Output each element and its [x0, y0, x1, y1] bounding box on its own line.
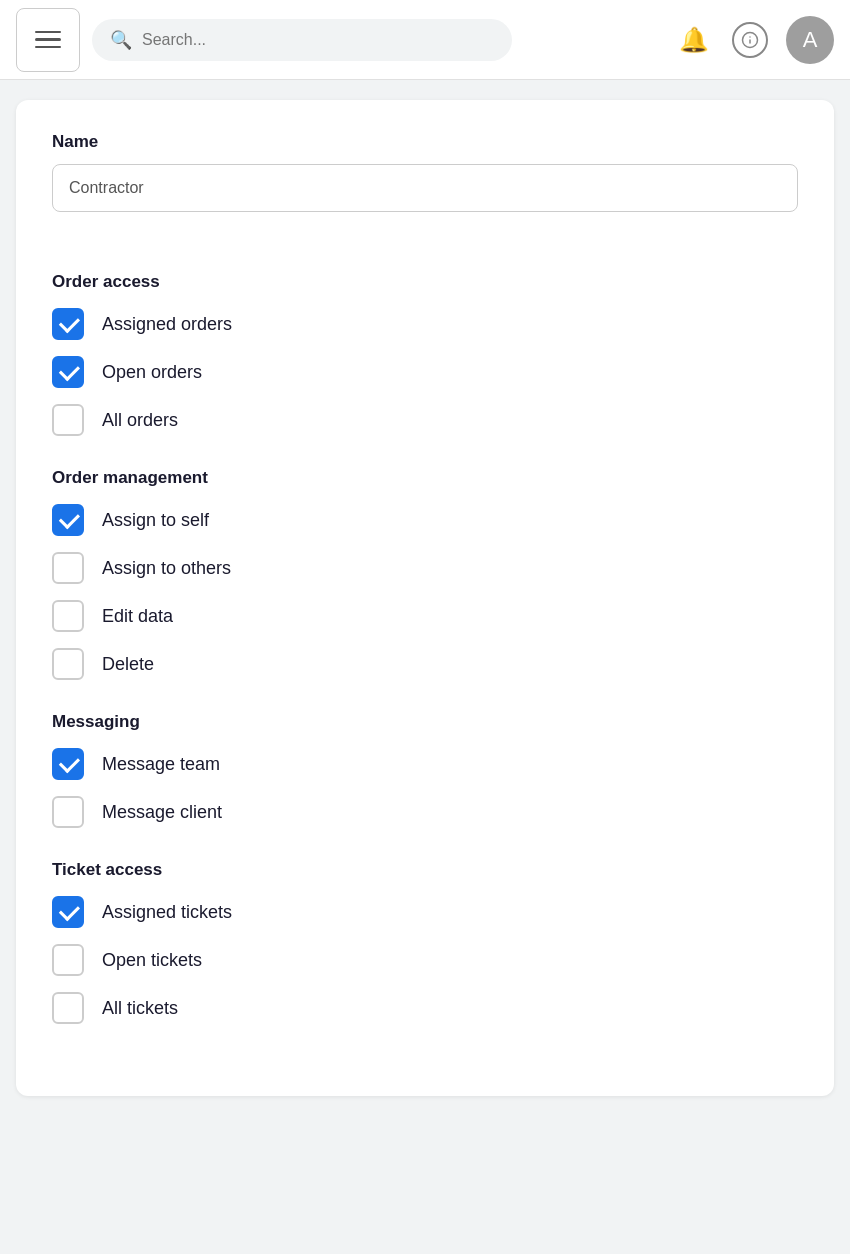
main-content: Name Order access Assigned orders Open o…: [0, 80, 850, 1116]
search-bar: 🔍: [92, 19, 512, 61]
checkbox-open-tickets-label: Open tickets: [102, 950, 202, 971]
checkbox-all-tickets[interactable]: All tickets: [52, 992, 798, 1024]
order-access-group: Assigned orders Open orders All orders: [52, 308, 798, 436]
checkbox-assigned-tickets-label: Assigned tickets: [102, 902, 232, 923]
checkbox-open-orders[interactable]: Open orders: [52, 356, 798, 388]
bell-icon: 🔔: [679, 26, 709, 54]
search-icon: 🔍: [110, 29, 132, 51]
search-input[interactable]: [142, 31, 494, 49]
checkbox-message-team-box[interactable]: [52, 748, 84, 780]
notifications-button[interactable]: 🔔: [674, 20, 714, 60]
checkbox-assign-to-others-label: Assign to others: [102, 558, 231, 579]
name-label: Name: [52, 132, 798, 152]
checkbox-assign-to-others-box[interactable]: [52, 552, 84, 584]
avatar[interactable]: A: [786, 16, 834, 64]
checkbox-open-orders-box[interactable]: [52, 356, 84, 388]
name-section: Name: [52, 132, 798, 240]
menu-button[interactable]: [16, 8, 80, 72]
checkbox-message-client-box[interactable]: [52, 796, 84, 828]
order-access-label: Order access: [52, 272, 798, 292]
checkbox-assign-to-self[interactable]: Assign to self: [52, 504, 798, 536]
checkbox-message-team[interactable]: Message team: [52, 748, 798, 780]
checkbox-delete[interactable]: Delete: [52, 648, 798, 680]
messaging-group: Message team Message client: [52, 748, 798, 828]
checkbox-all-orders[interactable]: All orders: [52, 404, 798, 436]
topbar-icons: 🔔 A: [674, 16, 834, 64]
checkbox-open-tickets-box[interactable]: [52, 944, 84, 976]
ticket-access-section: Ticket access Assigned tickets Open tick…: [52, 860, 798, 1024]
checkbox-delete-box[interactable]: [52, 648, 84, 680]
checkbox-all-orders-box[interactable]: [52, 404, 84, 436]
checkbox-assigned-orders[interactable]: Assigned orders: [52, 308, 798, 340]
checkbox-message-client-label: Message client: [102, 802, 222, 823]
checkbox-all-tickets-box[interactable]: [52, 992, 84, 1024]
checkbox-open-orders-label: Open orders: [102, 362, 202, 383]
order-management-label: Order management: [52, 468, 798, 488]
ticket-access-label: Ticket access: [52, 860, 798, 880]
order-management-group: Assign to self Assign to others Edit dat…: [52, 504, 798, 680]
checkbox-assign-to-self-label: Assign to self: [102, 510, 209, 531]
checkbox-message-client[interactable]: Message client: [52, 796, 798, 828]
checkbox-assigned-orders-box[interactable]: [52, 308, 84, 340]
checkbox-all-tickets-label: All tickets: [102, 998, 178, 1019]
checkbox-assigned-tickets[interactable]: Assigned tickets: [52, 896, 798, 928]
checkbox-all-orders-label: All orders: [102, 410, 178, 431]
checkbox-open-tickets[interactable]: Open tickets: [52, 944, 798, 976]
ticket-access-group: Assigned tickets Open tickets All ticket…: [52, 896, 798, 1024]
checkbox-message-team-label: Message team: [102, 754, 220, 775]
messaging-section: Messaging Message team Message client: [52, 712, 798, 828]
checkbox-delete-label: Delete: [102, 654, 154, 675]
help-button[interactable]: [732, 22, 768, 58]
checkbox-edit-data-box[interactable]: [52, 600, 84, 632]
checkbox-assign-to-self-box[interactable]: [52, 504, 84, 536]
checkbox-assigned-tickets-box[interactable]: [52, 896, 84, 928]
checkbox-assigned-orders-label: Assigned orders: [102, 314, 232, 335]
messaging-label: Messaging: [52, 712, 798, 732]
checkbox-assign-to-others[interactable]: Assign to others: [52, 552, 798, 584]
name-input[interactable]: [52, 164, 798, 212]
checkbox-edit-data-label: Edit data: [102, 606, 173, 627]
order-access-section: Order access Assigned orders Open orders…: [52, 272, 798, 436]
form-card: Name Order access Assigned orders Open o…: [16, 100, 834, 1096]
checkbox-edit-data[interactable]: Edit data: [52, 600, 798, 632]
order-management-section: Order management Assign to self Assign t…: [52, 468, 798, 680]
topbar: 🔍 🔔 A: [0, 0, 850, 80]
